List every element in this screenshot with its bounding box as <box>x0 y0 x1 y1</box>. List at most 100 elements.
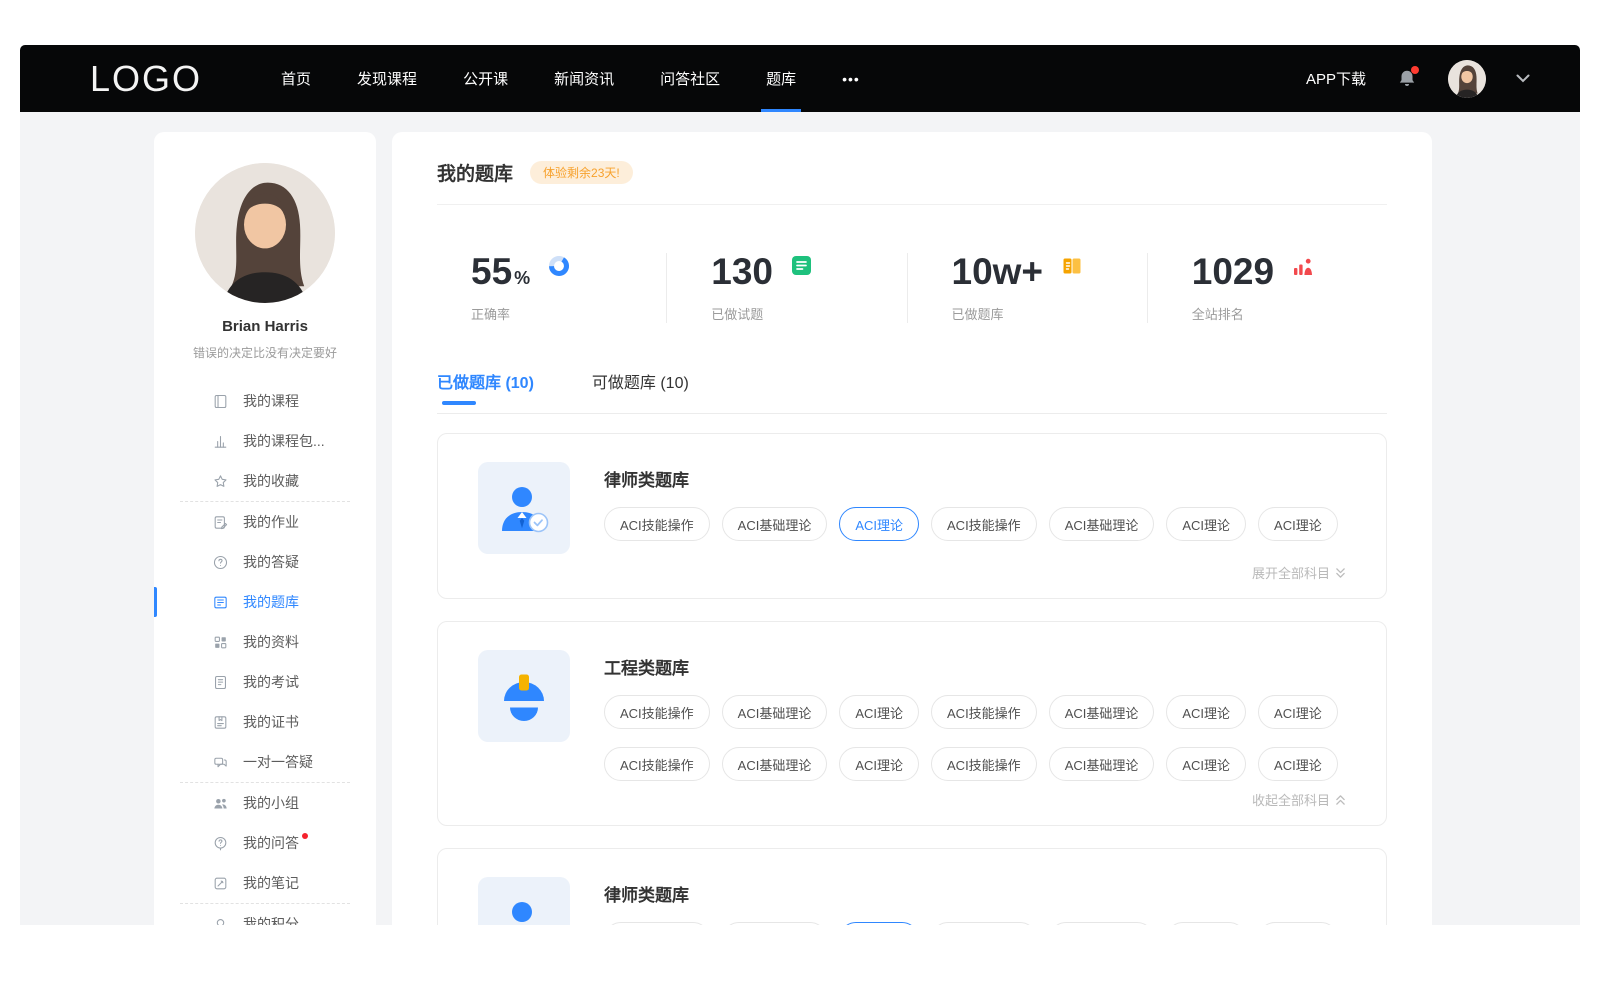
subject-tag[interactable]: ACI技能操作 <box>604 507 710 541</box>
top-navbar: LOGO 首页 发现课程 公开课 新闻资讯 问答社区 题库 ••• APP下载 <box>20 45 1580 112</box>
notification-bell-icon[interactable] <box>1396 68 1418 90</box>
subject-tag[interactable]: ACI技能操作 <box>604 747 710 781</box>
logo[interactable]: LOGO <box>90 58 202 100</box>
note-icon <box>212 875 229 892</box>
subject-tag-selected[interactable]: ACI理论 <box>839 507 919 541</box>
nav-item-news[interactable]: 新闻资讯 <box>531 45 637 112</box>
tag-row: ACI技能操作 ACI基础理论 ACI理论 ACI技能操作 ACI基础理论 AC… <box>604 922 1346 925</box>
points-icon <box>212 916 229 926</box>
subject-tag[interactable]: ACI理论 <box>1166 747 1246 781</box>
engineer-icon <box>478 650 570 742</box>
sidebar-item-my-questions[interactable]: 我的问答 <box>154 823 376 863</box>
subject-tag[interactable]: ACI理论 <box>1258 507 1338 541</box>
sidebar-item-my-courses[interactable]: 我的课程 <box>154 381 376 421</box>
sidebar-item-my-question-bank[interactable]: 我的题库 <box>154 582 376 622</box>
subject-tag[interactable]: ACI理论 <box>1258 922 1338 925</box>
bank-tabs: 已做题库 (10) 可做题库 (10) <box>437 369 1387 414</box>
bank-card-lawyer-1: 律师类题库 ACI技能操作 ACI基础理论 ACI理论 ACI技能操作 ACI基… <box>437 433 1387 599</box>
group-icon <box>212 795 229 812</box>
nav-item-open-class[interactable]: 公开课 <box>440 45 531 112</box>
subject-tag[interactable]: ACI基础理论 <box>1049 507 1155 541</box>
collapse-subjects-link[interactable]: 收起全部科目 <box>478 790 1346 809</box>
expand-subjects-link[interactable]: 展开全部科目 <box>478 563 1346 582</box>
subject-tag[interactable]: ACI基础理论 <box>722 507 828 541</box>
subject-tag[interactable]: ACI技能操作 <box>931 747 1037 781</box>
notification-dot <box>1411 66 1419 74</box>
subject-tag[interactable]: ACI理论 <box>1166 507 1246 541</box>
one-to-one-icon <box>212 754 229 771</box>
accuracy-donut-icon <box>548 255 570 277</box>
sidebar-item-my-points[interactable]: 我的积分 <box>154 904 376 925</box>
stat-banks-done: 10w+ 已做题库 <box>907 253 1147 323</box>
star-icon <box>212 473 229 490</box>
questions-done-icon <box>791 255 812 276</box>
subject-tag[interactable]: ACI理论 <box>1258 695 1338 729</box>
nav-item-question-bank[interactable]: 题库 <box>743 45 819 112</box>
sidebar-item-one-to-one[interactable]: 一对一答疑 <box>154 742 376 782</box>
profile-avatar <box>195 163 335 303</box>
double-chevron-down-icon <box>1335 567 1346 579</box>
sidebar-item-my-homework[interactable]: 我的作业 <box>154 502 376 542</box>
subject-tag[interactable]: ACI理论 <box>839 747 919 781</box>
avatar-portrait <box>1448 60 1486 98</box>
subject-tag[interactable]: ACI理论 <box>1166 922 1246 925</box>
bank-card-lawyer-2: 律师类题库 ACI技能操作 ACI基础理论 ACI理论 ACI技能操作 ACI基… <box>437 848 1387 925</box>
stat-questions-done: 130 已做试题 <box>666 253 906 323</box>
unread-dot <box>302 833 308 839</box>
nav-item-qa-community[interactable]: 问答社区 <box>637 45 743 112</box>
sidebar-item-my-notes[interactable]: 我的笔记 <box>154 863 376 903</box>
sidebar: Brian Harris 错误的决定比没有决定要好 我的课程 我的课程包... … <box>154 132 376 925</box>
question-bank-icon <box>212 594 229 611</box>
course-icon <box>212 393 229 410</box>
nav-menu: 首页 发现课程 公开课 新闻资讯 问答社区 题库 ••• <box>258 45 883 112</box>
page-title: 我的题库 <box>437 159 513 186</box>
profile-motto: 错误的决定比没有决定要好 <box>154 344 376 361</box>
nav-item-discover-courses[interactable]: 发现课程 <box>334 45 440 112</box>
sidebar-item-my-certificates[interactable]: 我的证书 <box>154 702 376 742</box>
ranking-icon <box>1292 255 1314 277</box>
tag-row: ACI技能操作 ACI基础理论 ACI理论 ACI技能操作 ACI基础理论 AC… <box>604 747 1346 781</box>
tab-available-banks[interactable]: 可做题库 (10) <box>592 369 689 413</box>
chevron-down-icon[interactable] <box>1516 74 1530 83</box>
lawyer-icon <box>478 462 570 554</box>
tab-done-banks[interactable]: 已做题库 (10) <box>437 369 534 413</box>
bank-title: 律师类题库 <box>604 881 1346 906</box>
stats-row: 55% 正确率 130 已做试题 10w+ 已做题库 <box>437 253 1387 323</box>
sidebar-item-my-groups[interactable]: 我的小组 <box>154 783 376 823</box>
subject-tag[interactable]: ACI理论 <box>1166 695 1246 729</box>
subject-tag-selected[interactable]: ACI理论 <box>839 922 919 925</box>
homework-icon <box>212 514 229 531</box>
subject-tag[interactable]: ACI理论 <box>1258 747 1338 781</box>
subject-tag[interactable]: ACI技能操作 <box>604 922 710 925</box>
app-download-link[interactable]: APP下载 <box>1306 68 1366 89</box>
subject-tag[interactable]: ACI技能操作 <box>931 507 1037 541</box>
banks-done-icon <box>1061 255 1083 277</box>
subject-tag[interactable]: ACI基础理论 <box>1049 747 1155 781</box>
subject-tag[interactable]: ACI基础理论 <box>1049 922 1155 925</box>
more-icon[interactable]: ••• <box>819 45 883 112</box>
tag-row: ACI技能操作 ACI基础理论 ACI理论 ACI技能操作 ACI基础理论 AC… <box>604 695 1346 729</box>
tag-row: ACI技能操作 ACI基础理论 ACI理论 ACI技能操作 ACI基础理论 AC… <box>604 507 1346 541</box>
profile-icon <box>212 634 229 651</box>
subject-tag[interactable]: ACI基础理论 <box>1049 695 1155 729</box>
sidebar-item-my-exams[interactable]: 我的考试 <box>154 662 376 702</box>
sidebar-item-my-materials[interactable]: 我的资料 <box>154 622 376 662</box>
page-content: Brian Harris 错误的决定比没有决定要好 我的课程 我的课程包... … <box>20 112 1580 925</box>
double-chevron-up-icon <box>1335 794 1346 806</box>
nav-right: APP下载 <box>1306 60 1530 98</box>
bank-title: 工程类题库 <box>604 654 1346 679</box>
exam-icon <box>212 674 229 691</box>
subject-tag[interactable]: ACI技能操作 <box>604 695 710 729</box>
subject-tag[interactable]: ACI基础理论 <box>722 695 828 729</box>
subject-tag[interactable]: ACI技能操作 <box>931 922 1037 925</box>
sidebar-item-my-answers[interactable]: 我的答疑 <box>154 542 376 582</box>
sidebar-item-my-favorites[interactable]: 我的收藏 <box>154 461 376 501</box>
nav-item-home[interactable]: 首页 <box>258 45 334 112</box>
subject-tag[interactable]: ACI技能操作 <box>931 695 1037 729</box>
sidebar-item-my-course-packages[interactable]: 我的课程包... <box>154 421 376 461</box>
trial-badge: 体验剩余23天! <box>530 161 633 184</box>
user-avatar[interactable] <box>1448 60 1486 98</box>
subject-tag[interactable]: ACI基础理论 <box>722 747 828 781</box>
subject-tag[interactable]: ACI理论 <box>839 695 919 729</box>
subject-tag[interactable]: ACI基础理论 <box>722 922 828 925</box>
